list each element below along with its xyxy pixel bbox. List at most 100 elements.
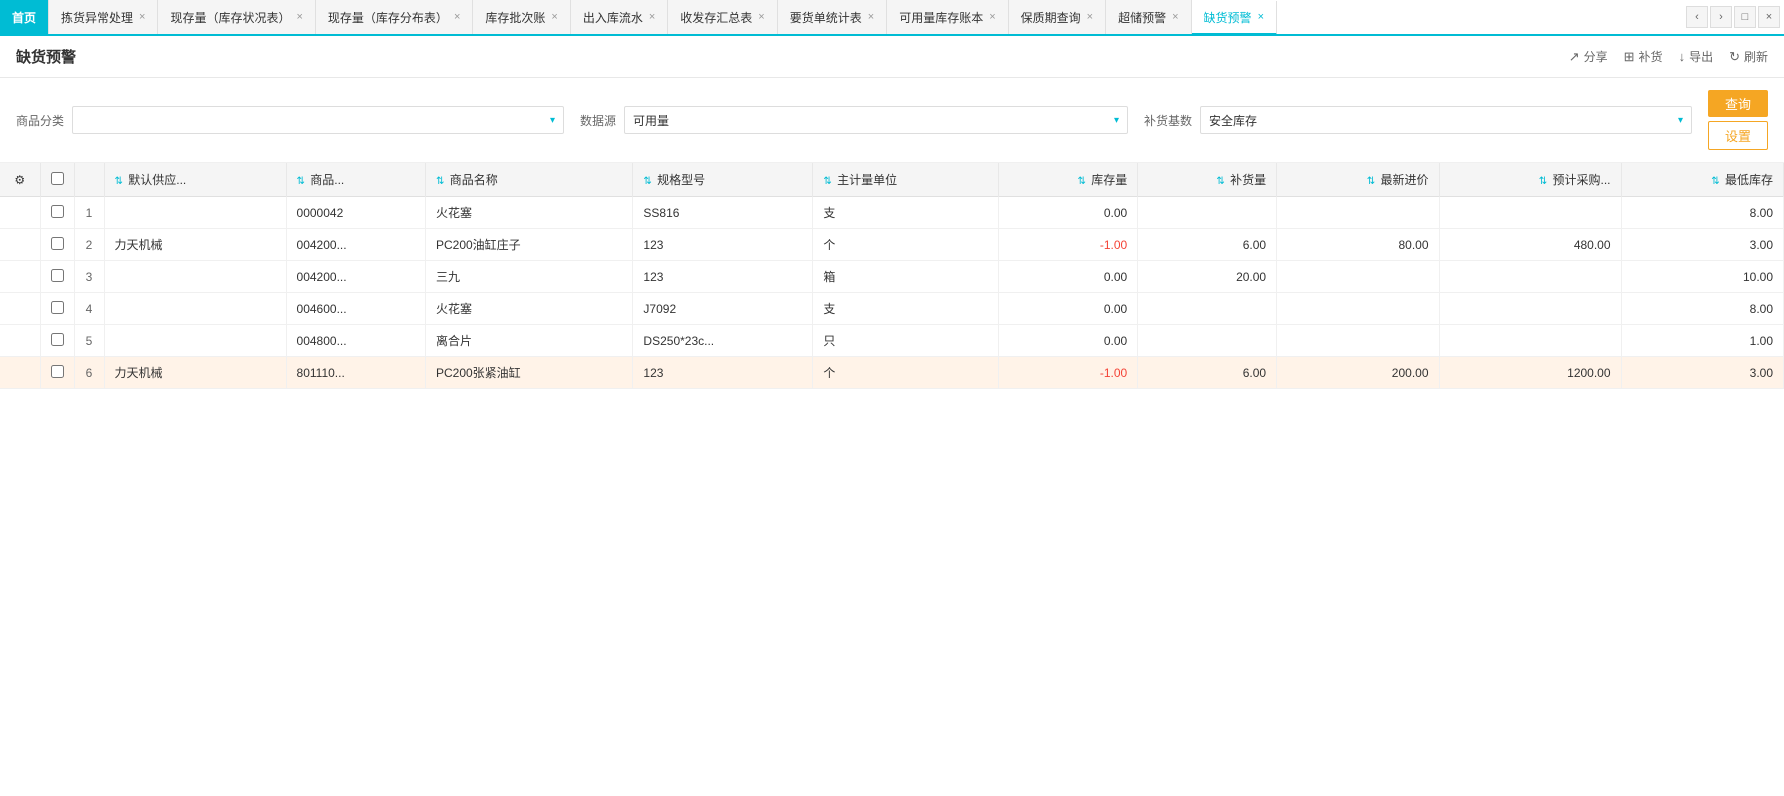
min-stock-col-header[interactable]: ⇅ 最低库存 bbox=[1621, 163, 1783, 197]
table-container: ⚙ ⇅ 默认供应... ⇅ 商品... ⇅ bbox=[0, 163, 1784, 389]
row-latest-price bbox=[1277, 197, 1439, 229]
close-tab-shortage[interactable]: × bbox=[1258, 11, 1264, 23]
row-est-purchase bbox=[1439, 197, 1621, 229]
tab-overstock[interactable]: 超储预警 × bbox=[1106, 0, 1191, 34]
row-checkbox-cell[interactable] bbox=[40, 229, 74, 261]
share-button[interactable]: ↗ 分享 bbox=[1569, 48, 1608, 65]
row-checkbox[interactable] bbox=[51, 333, 64, 346]
datasource-select[interactable]: 可用量 ▾ bbox=[624, 106, 1128, 134]
tab-stock-dist[interactable]: 现存量（库存分布表） × bbox=[316, 0, 473, 34]
close-tab-summary[interactable]: × bbox=[758, 11, 764, 23]
supplier-col-header[interactable]: ⇅ 默认供应... bbox=[104, 163, 286, 197]
replenish-label: 补货基数 bbox=[1144, 112, 1192, 129]
tab-flow[interactable]: 出入库流水 × bbox=[571, 0, 668, 34]
tab-stock-status[interactable]: 现存量（库存状况表） × bbox=[158, 0, 315, 34]
row-est-purchase bbox=[1439, 293, 1621, 325]
row-est-purchase bbox=[1439, 325, 1621, 357]
row-num: 3 bbox=[74, 261, 104, 293]
close-tab-stock-dist[interactable]: × bbox=[454, 11, 460, 23]
replenish-button[interactable]: ⊞ 补货 bbox=[1624, 48, 1663, 65]
row-checkbox[interactable] bbox=[51, 205, 64, 218]
close-tab-expiry[interactable]: × bbox=[1087, 11, 1093, 23]
settings-button[interactable]: 设置 bbox=[1708, 121, 1768, 150]
row-name: 离合片 bbox=[425, 325, 632, 357]
query-button[interactable]: 查询 bbox=[1708, 90, 1768, 117]
tab-scroll-left[interactable]: ‹ bbox=[1686, 6, 1708, 28]
close-tab-overstock[interactable]: × bbox=[1172, 11, 1178, 23]
row-gear bbox=[0, 261, 40, 293]
row-checkbox[interactable] bbox=[51, 269, 64, 282]
tab-bar: 首页 拣货异常处理 × 现存量（库存状况表） × 现存量（库存分布表） × 库存… bbox=[0, 0, 1784, 36]
row-latest-price: 200.00 bbox=[1277, 357, 1439, 389]
tab-close-window[interactable]: × bbox=[1758, 6, 1780, 28]
row-checkbox[interactable] bbox=[51, 365, 64, 378]
row-latest-price bbox=[1277, 293, 1439, 325]
row-supplier bbox=[104, 293, 286, 325]
row-code: 004200... bbox=[286, 229, 425, 261]
datasource-value: 可用量 bbox=[633, 112, 669, 129]
check-col-header[interactable] bbox=[40, 163, 74, 197]
close-tab-available[interactable]: × bbox=[989, 11, 995, 23]
export-button[interactable]: ↓ 导出 bbox=[1679, 48, 1714, 65]
category-select[interactable]: ▾ bbox=[72, 106, 564, 134]
row-code: 801110... bbox=[286, 357, 425, 389]
tab-maximize[interactable]: □ bbox=[1734, 6, 1756, 28]
row-gear bbox=[0, 229, 40, 261]
code-col-header[interactable]: ⇅ 商品... bbox=[286, 163, 425, 197]
gear-col-header[interactable]: ⚙ bbox=[0, 163, 40, 197]
tab-home[interactable]: 首页 bbox=[0, 0, 49, 34]
filter-actions: 查询 设置 bbox=[1708, 90, 1768, 150]
table-row: 6 力天机械 801110... PC200张紧油缸 123 个 -1.00 6… bbox=[0, 357, 1784, 389]
row-num: 6 bbox=[74, 357, 104, 389]
row-replenish: 6.00 bbox=[1138, 357, 1277, 389]
replenish-col-header[interactable]: ⇅ 补货量 bbox=[1138, 163, 1277, 197]
row-supplier bbox=[104, 197, 286, 229]
row-name: PC200油缸庄子 bbox=[425, 229, 632, 261]
sort-icon: ⇅ bbox=[1711, 176, 1719, 187]
share-icon: ↗ bbox=[1569, 49, 1580, 65]
tab-summary[interactable]: 收发存汇总表 × bbox=[668, 0, 777, 34]
close-tab-picking[interactable]: × bbox=[139, 11, 145, 23]
row-code: 004800... bbox=[286, 325, 425, 357]
tab-picking[interactable]: 拣货异常处理 × bbox=[49, 0, 158, 34]
replenish-select[interactable]: 安全库存 ▾ bbox=[1200, 106, 1692, 134]
row-checkbox-cell[interactable] bbox=[40, 357, 74, 389]
tab-scroll-right[interactable]: › bbox=[1710, 6, 1732, 28]
row-num: 1 bbox=[74, 197, 104, 229]
tab-batch[interactable]: 库存批次账 × bbox=[473, 0, 570, 34]
unit-col-header[interactable]: ⇅ 主计量单位 bbox=[813, 163, 999, 197]
tab-request[interactable]: 要货单统计表 × bbox=[778, 0, 887, 34]
row-gear bbox=[0, 357, 40, 389]
row-unit: 支 bbox=[813, 197, 999, 229]
close-tab-stock-status[interactable]: × bbox=[296, 11, 302, 23]
row-replenish bbox=[1138, 197, 1277, 229]
row-checkbox-cell[interactable] bbox=[40, 325, 74, 357]
latest-price-col-header[interactable]: ⇅ 最新进价 bbox=[1277, 163, 1439, 197]
tab-available[interactable]: 可用量库存账本 × bbox=[887, 0, 1008, 34]
row-code: 004600... bbox=[286, 293, 425, 325]
spec-col-header[interactable]: ⇅ 规格型号 bbox=[633, 163, 813, 197]
row-checkbox-cell[interactable] bbox=[40, 293, 74, 325]
refresh-button[interactable]: ↻ 刷新 bbox=[1729, 48, 1768, 65]
stock-col-header[interactable]: ⇅ 库存量 bbox=[999, 163, 1138, 197]
num-col-header bbox=[74, 163, 104, 197]
sort-icon: ⇅ bbox=[823, 176, 831, 187]
select-all-checkbox[interactable] bbox=[51, 172, 64, 185]
table-row: 2 力天机械 004200... PC200油缸庄子 123 个 -1.00 6… bbox=[0, 229, 1784, 261]
tab-expiry[interactable]: 保质期查询 × bbox=[1009, 0, 1106, 34]
table-body: 1 0000042 火花塞 SS816 支 0.00 8.00 2 力天机械 0… bbox=[0, 197, 1784, 389]
sort-icon: ⇅ bbox=[297, 176, 305, 187]
row-checkbox[interactable] bbox=[51, 237, 64, 250]
page-header: 缺货预警 ↗ 分享 ⊞ 补货 ↓ 导出 ↻ 刷新 bbox=[0, 36, 1784, 78]
est-purchase-col-header[interactable]: ⇅ 预计采购... bbox=[1439, 163, 1621, 197]
name-col-header[interactable]: ⇅ 商品名称 bbox=[425, 163, 632, 197]
row-stock: 0.00 bbox=[999, 197, 1138, 229]
tab-shortage[interactable]: 缺货预警 × bbox=[1192, 1, 1277, 35]
row-spec: J7092 bbox=[633, 293, 813, 325]
row-checkbox-cell[interactable] bbox=[40, 197, 74, 229]
close-tab-batch[interactable]: × bbox=[551, 11, 557, 23]
row-checkbox[interactable] bbox=[51, 301, 64, 314]
close-tab-flow[interactable]: × bbox=[649, 11, 655, 23]
close-tab-request[interactable]: × bbox=[868, 11, 874, 23]
row-checkbox-cell[interactable] bbox=[40, 261, 74, 293]
